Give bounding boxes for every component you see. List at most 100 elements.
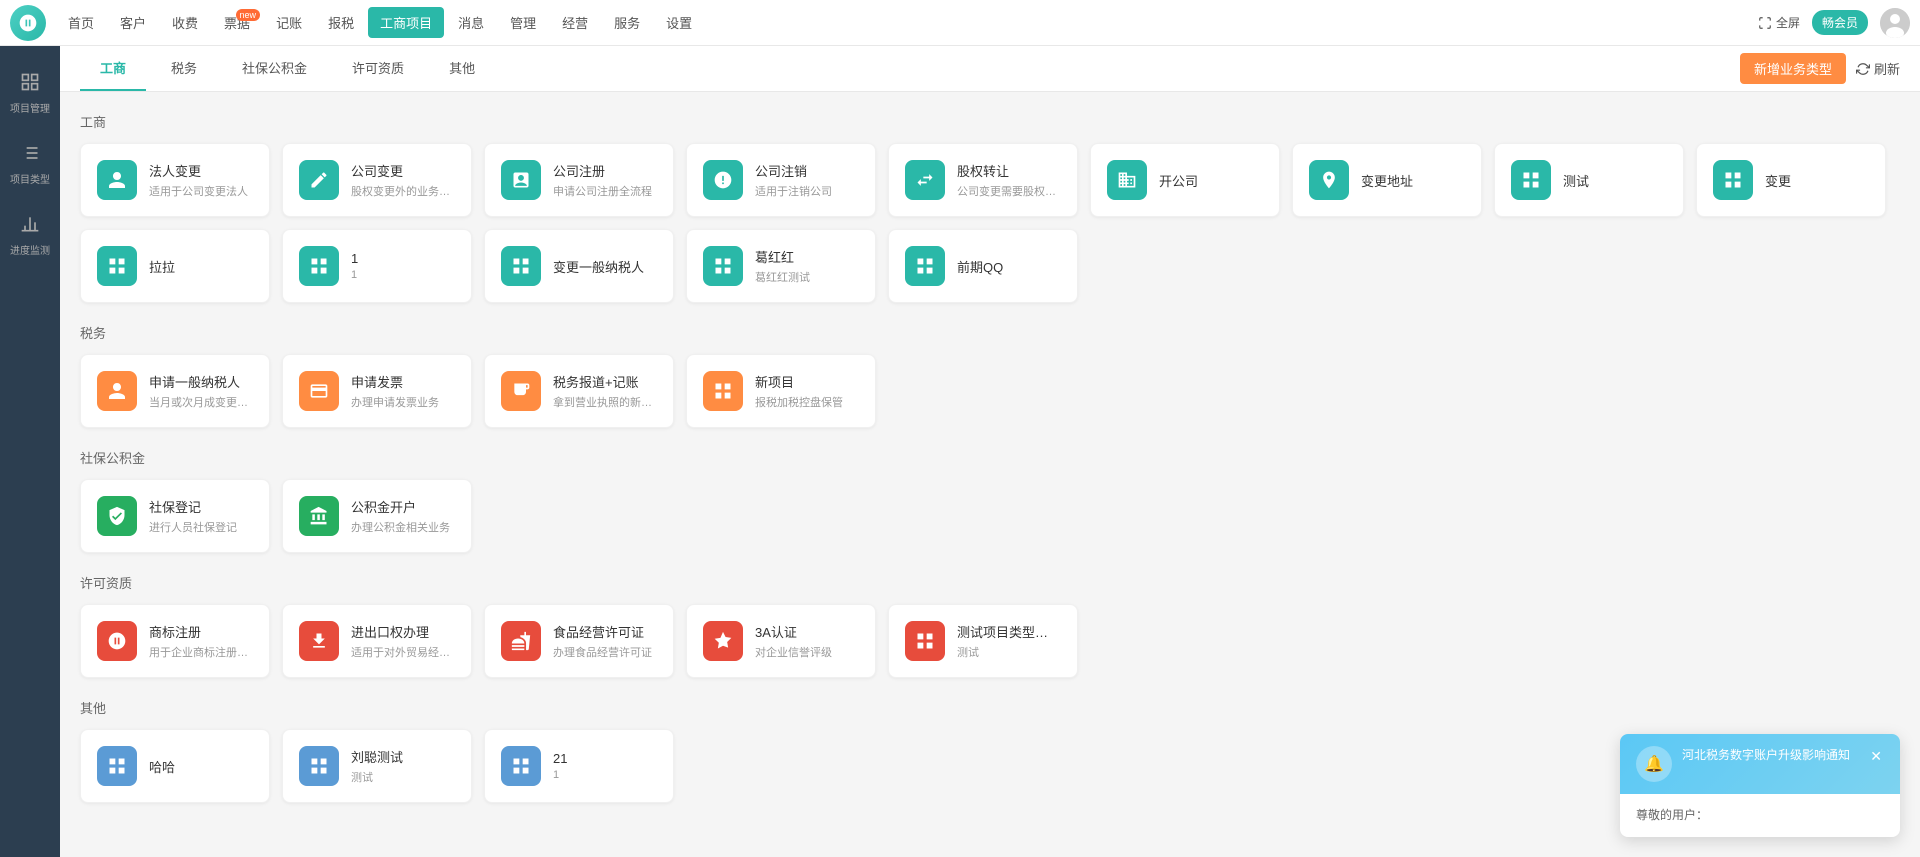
card-text-shuiwubaodao: 税务报道+记账 拿到营业执照的新公司 [553, 372, 657, 410]
card-desc-yi: 1 [351, 269, 455, 281]
card-icon-shenqingshuiren [97, 371, 137, 411]
card-kaigongsi[interactable]: 开公司 [1090, 143, 1280, 217]
card-icon-haha [97, 746, 137, 786]
nav-item-记账[interactable]: 记账 [264, 7, 314, 38]
card-guquanzhuanrang[interactable]: 股权转让 公司变更需要股权转让 [888, 143, 1078, 217]
sidebar-label: 项目管理 [10, 100, 50, 115]
tab-xuke[interactable]: 许可资质 [332, 46, 424, 91]
card-shipin[interactable]: 食品经营许可证 办理食品经营许可证 [484, 604, 674, 678]
card-icon-shebaodengi [97, 496, 137, 536]
nav-item-管理[interactable]: 管理 [498, 7, 548, 38]
notif-close-btn[interactable]: ✕ [1868, 746, 1884, 767]
card-icon-guquanzhuanrang [905, 160, 945, 200]
card-lala[interactable]: 拉拉 [80, 229, 270, 303]
card-gongsixiao[interactable]: 公司注销 适用于注销公司 [686, 143, 876, 217]
card-shangbiao[interactable]: 商标注册 用于企业商标注册服务 [80, 604, 270, 678]
sidebar-item-project-type[interactable]: 项目类型 [0, 127, 60, 198]
card-icon-shenqingfapiao [299, 371, 339, 411]
card-shuiwubaodao[interactable]: 税务报道+记账 拿到营业执照的新公司 [484, 354, 674, 428]
logo[interactable] [10, 5, 46, 41]
section-title-shuiwu: 税务 [80, 323, 1900, 342]
sidebar-item-project-manage[interactable]: 项目管理 [0, 56, 60, 127]
card-title-yibannshuiren: 变更一般纳税人 [553, 257, 657, 276]
card-text-yibannshuiren: 变更一般纳税人 [553, 257, 657, 276]
sub-tabs: 工商 税务 社保公积金 许可资质 其他 新增业务类型 刷新 [60, 46, 1920, 92]
card-haha[interactable]: 哈哈 [80, 729, 270, 803]
notif-header: 🔔 河北税务数字账户升级影响通知 ✕ [1620, 734, 1900, 794]
card-title-gongsibiangeng: 公司变更 [351, 161, 455, 180]
card-yi[interactable]: 1 1 [282, 229, 472, 303]
tab-shebao[interactable]: 社保公积金 [222, 46, 327, 91]
nav-item-设置[interactable]: 设置 [654, 7, 704, 38]
content-area: 工商 法人变更 适用于公司变更法人 公司变更 股权变更外的业务变更 公司注册 [60, 92, 1920, 843]
card-xinxiangmu[interactable]: 新项目 报税加税控盘保管 [686, 354, 876, 428]
card-title-shangbiao: 商标注册 [149, 622, 253, 641]
nav-item-票据[interactable]: 票据new [212, 7, 262, 38]
tab-shuiwu[interactable]: 税务 [151, 46, 217, 91]
fullscreen-btn[interactable]: 全屏 [1758, 14, 1800, 31]
sidebar-label: 进度监测 [10, 242, 50, 257]
card-ershiyi[interactable]: 21 1 [484, 729, 674, 803]
card-biangengdizhi[interactable]: 变更地址 [1292, 143, 1482, 217]
card-text-shebaodengi: 社保登记 进行人员社保登记 [149, 497, 253, 535]
card-icon-shipin [501, 621, 541, 661]
nav-item-服务[interactable]: 服务 [602, 7, 652, 38]
card-title-liucetest: 刘聪测试 [351, 747, 455, 766]
card-fazren[interactable]: 法人变更 适用于公司变更法人 [80, 143, 270, 217]
nav-item-报税[interactable]: 报税 [316, 7, 366, 38]
card-desc-shebaodengi: 进行人员社保登记 [149, 519, 253, 535]
nav-right: 全屏 畅会员 [1758, 8, 1910, 38]
tab-qita[interactable]: 其他 [429, 46, 495, 91]
card-biangeng[interactable]: 变更 [1696, 143, 1886, 217]
refresh-button[interactable]: 刷新 [1856, 59, 1900, 78]
card-icon-biangengdizhi [1309, 160, 1349, 200]
xuke-cards: 商标注册 用于企业商标注册服务 进出口权办理 适用于对外贸易经营者 食品经营许可… [80, 604, 1900, 678]
card-icon-xinxiangmu [703, 371, 743, 411]
section-title-xuke: 许可资质 [80, 573, 1900, 592]
card-icon-biangeng [1713, 160, 1753, 200]
card-mhhong[interactable]: 葛红红 葛红红测试 [686, 229, 876, 303]
nav-item-经营[interactable]: 经营 [550, 7, 600, 38]
card-icon-gongsizhu [501, 160, 541, 200]
user-avatar[interactable] [1880, 8, 1910, 38]
card-text-ceshileixin: 测试项目类型自定义 测试 [957, 622, 1061, 660]
card-icon-lala [97, 246, 137, 286]
sidebar: 项目管理 项目类型 进度监测 [0, 46, 60, 857]
notif-body: 尊敬的用户： [1620, 794, 1900, 837]
nav-item-客户[interactable]: 客户 [108, 7, 158, 38]
card-sanA[interactable]: 3A认证 对企业信誉评级 [686, 604, 876, 678]
card-desc-shenqingfapiao: 办理申请发票业务 [351, 394, 455, 410]
card-yibannshuiren[interactable]: 变更一般纳税人 [484, 229, 674, 303]
nav-item-消息[interactable]: 消息 [446, 7, 496, 38]
card-gongsibiangeng[interactable]: 公司变更 股权变更外的业务变更 [282, 143, 472, 217]
shuiwu-cards: 申请一般纳税人 当月或次月成变更完成 申请发票 办理申请发票业务 税务报道+记账… [80, 354, 1900, 428]
card-desc-liucetest: 测试 [351, 769, 455, 785]
tab-gongshang[interactable]: 工商 [80, 46, 146, 91]
card-title-ceshi: 测试 [1563, 171, 1667, 190]
card-shebaodengi[interactable]: 社保登记 进行人员社保登记 [80, 479, 270, 553]
card-jinchukou[interactable]: 进出口权办理 适用于对外贸易经营者 [282, 604, 472, 678]
vip-btn[interactable]: 畅会员 [1812, 10, 1868, 35]
card-desc-shangbiao: 用于企业商标注册服务 [149, 644, 253, 660]
card-desc-mhhong: 葛红红测试 [755, 269, 859, 285]
card-text-guquanzhuanrang: 股权转让 公司变更需要股权转让 [957, 161, 1061, 199]
card-text-fazren: 法人变更 适用于公司变更法人 [149, 161, 253, 199]
card-ceshileixin[interactable]: 测试项目类型自定义 测试 [888, 604, 1078, 678]
card-shenqingshuiren[interactable]: 申请一般纳税人 当月或次月成变更完成 [80, 354, 270, 428]
new-type-button[interactable]: 新增业务类型 [1740, 53, 1846, 84]
card-liucetest[interactable]: 刘聪测试 测试 [282, 729, 472, 803]
fullscreen-label: 全屏 [1776, 14, 1800, 31]
nav-item-收费[interactable]: 收费 [160, 7, 210, 38]
card-gongsizhu[interactable]: 公司注册 申请公司注册全流程 [484, 143, 674, 217]
card-qianqiQQ[interactable]: 前期QQ [888, 229, 1078, 303]
card-ceshi[interactable]: 测试 [1494, 143, 1684, 217]
card-gjjkaihuo[interactable]: 公积金开户 办理公积金相关业务 [282, 479, 472, 553]
list-icon [16, 139, 44, 167]
nav-item-工商项目[interactable]: 工商项目 [368, 7, 444, 38]
card-shenqingfapiao[interactable]: 申请发票 办理申请发票业务 [282, 354, 472, 428]
sidebar-item-progress[interactable]: 进度监测 [0, 198, 60, 269]
card-title-fazren: 法人变更 [149, 161, 253, 180]
card-desc-fazren: 适用于公司变更法人 [149, 183, 253, 199]
card-text-sanA: 3A认证 对企业信誉评级 [755, 622, 859, 660]
nav-item-首页[interactable]: 首页 [56, 7, 106, 38]
